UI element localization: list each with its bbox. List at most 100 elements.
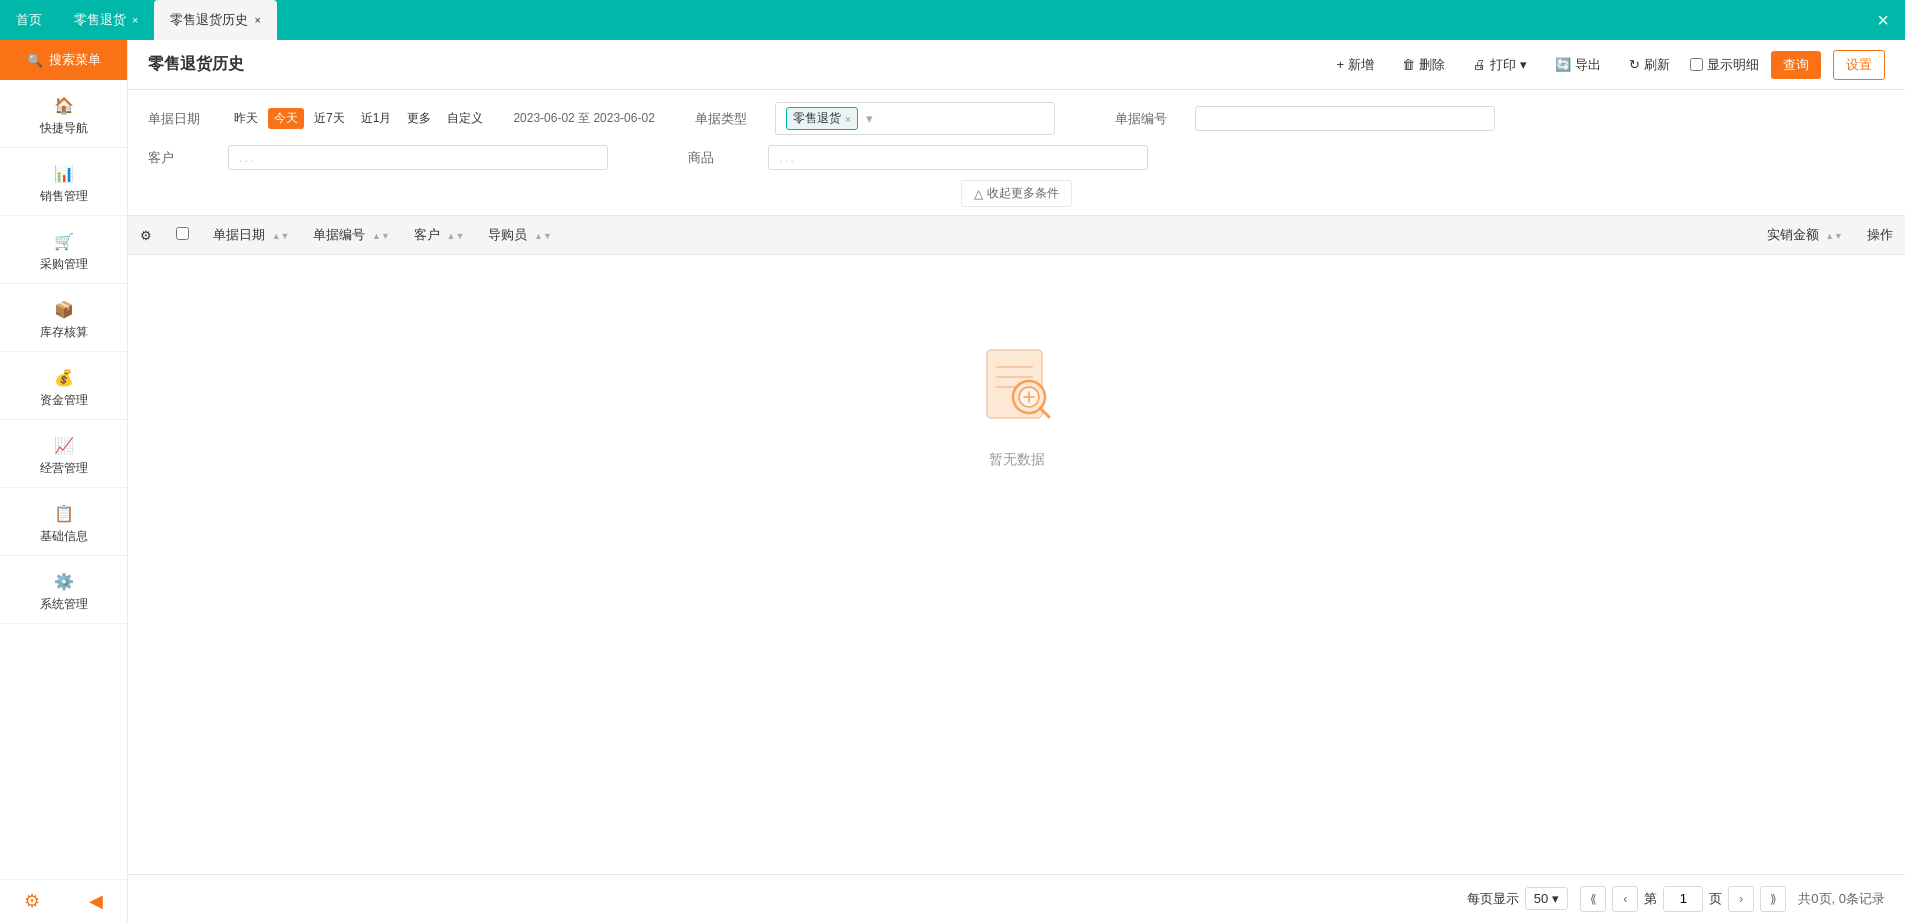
doc-num-label: 单据编号: [1115, 110, 1185, 128]
refresh-button[interactable]: ↻ 刷新: [1621, 52, 1678, 78]
page-header: 零售退货历史 + 新增 🗑 删除 🖨 打印 ▾ 🔄 导出: [128, 40, 1905, 90]
date-opt-more[interactable]: 更多: [401, 108, 437, 129]
goods-label: 商品: [688, 149, 758, 167]
sidebar-search[interactable]: 🔍 搜索菜单: [0, 40, 127, 80]
tab-retail-return-history[interactable]: 零售退货历史 ×: [154, 0, 276, 40]
page-size-value: 50: [1534, 891, 1548, 906]
settings-button[interactable]: 设置: [1833, 50, 1885, 80]
th-customer-label: 客户: [414, 227, 440, 242]
last-page-button[interactable]: ⟫: [1760, 886, 1786, 912]
collapse-label: 收起更多条件: [987, 185, 1059, 202]
sidebar-item-system-label: 系统管理: [40, 596, 88, 613]
th-checkbox[interactable]: [164, 216, 201, 255]
tab-home-label: 首页: [16, 11, 42, 29]
delete-icon: 🗑: [1402, 57, 1415, 72]
tab-home[interactable]: 首页: [0, 0, 58, 40]
sidebar-item-inventory-label: 库存核算: [40, 324, 88, 341]
base-icon: 📋: [53, 502, 75, 524]
pagination-bar: 每页显示 50 ▾ ⟪ ‹ 第 页 › ⟫ 共0页, 0条记录: [128, 874, 1905, 922]
th-date-sort[interactable]: ▲▼: [272, 232, 290, 241]
date-opt-7days[interactable]: 近7天: [308, 108, 351, 129]
empty-illustration: [967, 335, 1067, 435]
display-detail-label: 显示明细: [1707, 56, 1759, 74]
sidebar-item-sales[interactable]: 📊 销售管理: [0, 148, 127, 216]
page-size-box[interactable]: 50 ▾: [1525, 887, 1568, 910]
sidebar-item-home[interactable]: 🏠 快捷导航: [0, 80, 127, 148]
goods-input[interactable]: ...: [768, 145, 1148, 170]
first-page-button[interactable]: ⟪: [1580, 886, 1606, 912]
doc-type-select[interactable]: 零售退货 × ▾: [775, 102, 1055, 135]
doc-type-tag-remove[interactable]: ×: [845, 113, 851, 125]
table-area: ⚙ 单据日期 ▲▼ 单据编号 ▲▼: [128, 216, 1905, 874]
search-icon: 🔍: [27, 53, 43, 68]
filter-row-1: 单据日期 昨天 今天 近7天 近1月 更多 自定义 2023-06-02 至 2…: [148, 102, 1885, 135]
empty-state: 暂无数据: [128, 255, 1905, 549]
add-icon: +: [1336, 57, 1344, 72]
inventory-icon: 📦: [53, 298, 75, 320]
total-info: 共0页, 0条记录: [1798, 890, 1885, 908]
filter-row-2: 客户 ... 商品 ...: [148, 145, 1885, 170]
add-button[interactable]: + 新增: [1328, 52, 1382, 78]
page-text-2: 页: [1709, 890, 1722, 908]
doc-type-tag: 零售退货 ×: [786, 107, 858, 130]
tab-retail-return-close[interactable]: ×: [132, 14, 138, 26]
tab-retail-return-history-close[interactable]: ×: [254, 14, 260, 26]
print-button[interactable]: 🖨 打印 ▾: [1465, 52, 1535, 78]
sidebar-item-business[interactable]: 📈 经营管理: [0, 420, 127, 488]
th-amount-sort[interactable]: ▲▼: [1825, 232, 1843, 241]
sidebar-item-system[interactable]: ⚙️ 系统管理: [0, 556, 127, 624]
page-number-input[interactable]: [1663, 886, 1703, 912]
goods-placeholder: ...: [779, 150, 796, 165]
sidebar-item-home-label: 快捷导航: [40, 120, 88, 137]
collapse-button[interactable]: △ 收起更多条件: [961, 180, 1072, 207]
empty-row: 暂无数据: [128, 255, 1905, 550]
query-button[interactable]: 查询: [1771, 51, 1821, 79]
doc-type-filter-group: 单据类型 零售退货 × ▾: [695, 102, 1055, 135]
query-label: 查询: [1783, 56, 1809, 74]
display-detail-checkbox[interactable]: [1690, 58, 1703, 71]
tab-retail-return-label: 零售退货: [74, 11, 126, 29]
date-opt-today[interactable]: 今天: [268, 108, 304, 129]
th-guide: 导购员 ▲▼: [476, 216, 563, 255]
date-label: 单据日期: [148, 110, 218, 128]
doc-type-label: 单据类型: [695, 110, 765, 128]
settings-label: 设置: [1846, 56, 1872, 74]
tab-retail-return-history-label: 零售退货历史: [170, 11, 248, 29]
sidebar-item-purchase-label: 采购管理: [40, 256, 88, 273]
refresh-icon: ↻: [1629, 57, 1640, 72]
next-page-button[interactable]: ›: [1728, 886, 1754, 912]
th-guide-sort[interactable]: ▲▼: [534, 232, 552, 241]
th-settings[interactable]: ⚙: [128, 216, 164, 255]
th-customer-sort[interactable]: ▲▼: [447, 232, 465, 241]
sales-icon: 📊: [53, 162, 75, 184]
settings-bottom-icon[interactable]: ⚙: [24, 890, 40, 912]
sidebar-search-label: 搜索菜单: [49, 51, 101, 69]
column-settings-icon[interactable]: ⚙: [140, 228, 152, 243]
add-label: 新增: [1348, 56, 1374, 74]
page-title: 零售退货历史: [148, 54, 1328, 75]
select-all-checkbox[interactable]: [176, 227, 189, 240]
prev-page-button[interactable]: ‹: [1612, 886, 1638, 912]
sidebar-item-purchase[interactable]: 🛒 采购管理: [0, 216, 127, 284]
collapse-sidebar-icon[interactable]: ◀: [89, 890, 103, 912]
table-body: 暂无数据: [128, 255, 1905, 550]
tab-retail-return[interactable]: 零售退货 ×: [58, 0, 154, 40]
export-button[interactable]: 🔄 导出: [1547, 52, 1609, 78]
collapse-icon: △: [974, 187, 983, 201]
date-opt-custom[interactable]: 自定义: [441, 108, 489, 129]
th-action-label: 操作: [1867, 227, 1893, 242]
customer-placeholder: ...: [239, 150, 256, 165]
customer-input[interactable]: ...: [228, 145, 608, 170]
date-opt-yesterday[interactable]: 昨天: [228, 108, 264, 129]
system-icon: ⚙️: [53, 570, 75, 592]
date-options: 昨天 今天 近7天 近1月 更多 自定义: [228, 108, 489, 129]
window-close-button[interactable]: ×: [1877, 9, 1905, 32]
doc-num-input[interactable]: [1195, 106, 1495, 131]
th-date: 单据日期 ▲▼: [201, 216, 301, 255]
date-opt-1month[interactable]: 近1月: [355, 108, 398, 129]
delete-button[interactable]: 🗑 删除: [1394, 52, 1453, 78]
sidebar-item-inventory[interactable]: 📦 库存核算: [0, 284, 127, 352]
th-doc-num-sort[interactable]: ▲▼: [372, 232, 390, 241]
sidebar-item-finance[interactable]: 💰 资金管理: [0, 352, 127, 420]
sidebar-item-base[interactable]: 📋 基础信息: [0, 488, 127, 556]
